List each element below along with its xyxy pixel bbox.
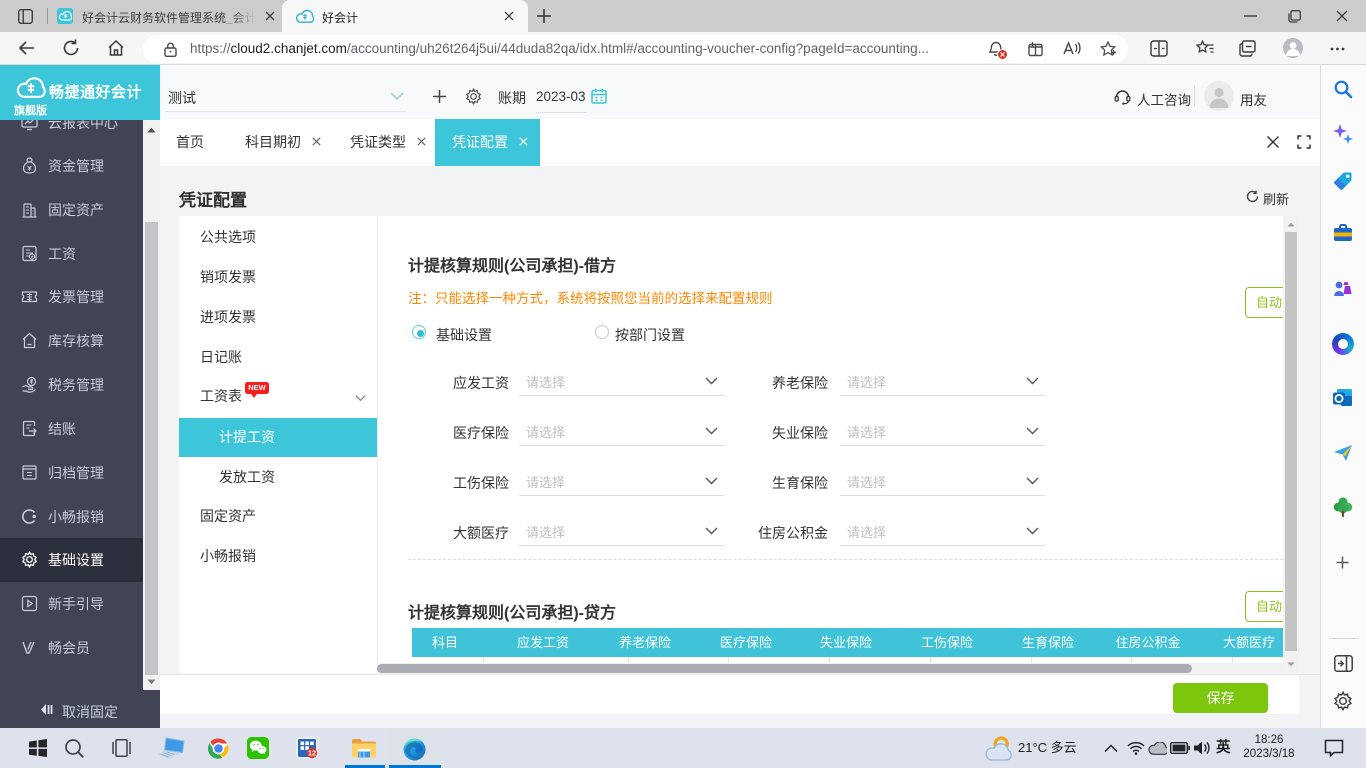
svg-text:12: 12 <box>308 749 316 758</box>
